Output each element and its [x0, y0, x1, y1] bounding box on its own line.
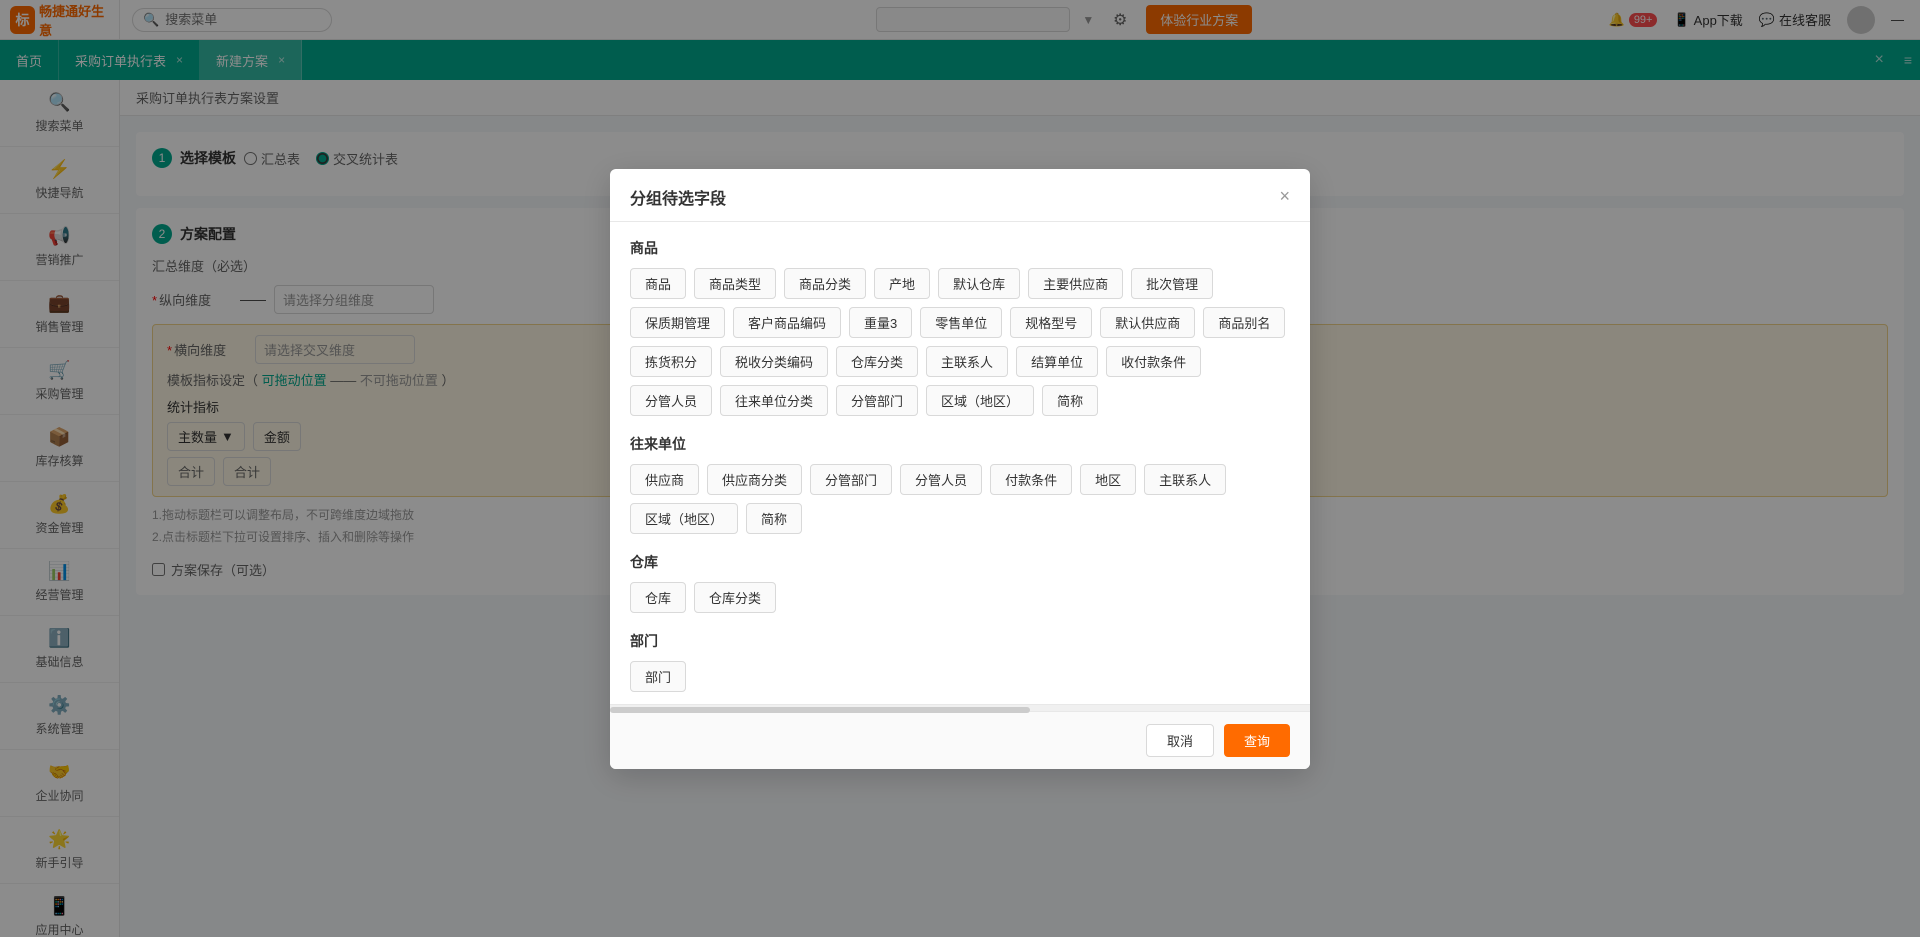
modal-close-btn[interactable]: ×: [1279, 186, 1290, 207]
modal-confirm-btn[interactable]: 查询: [1224, 724, 1290, 757]
field-tag[interactable]: 供应商: [630, 464, 699, 495]
field-tag[interactable]: 分管人员: [900, 464, 982, 495]
field-tag[interactable]: 默认供应商: [1100, 307, 1195, 338]
field-tag[interactable]: 结算单位: [1016, 346, 1098, 377]
modal-footer: 取消 查询: [610, 711, 1310, 769]
field-group-product-title: 商品: [630, 238, 1290, 258]
field-tag[interactable]: 商品类型: [694, 268, 776, 299]
field-tag[interactable]: 往来单位分类: [720, 385, 828, 416]
modal-overlay: 分组待选字段 × 商品 商品商品类型商品分类产地默认仓库主要供应商批次管理保质期…: [0, 0, 1920, 937]
modal-hscroll-thumb: [610, 707, 1030, 713]
field-tag[interactable]: 保质期管理: [630, 307, 725, 338]
field-tag[interactable]: 地区: [1080, 464, 1136, 495]
modal-body: 商品 商品商品类型商品分类产地默认仓库主要供应商批次管理保质期管理客户商品编码重…: [610, 222, 1310, 704]
field-tag[interactable]: 批次管理: [1131, 268, 1213, 299]
field-tag[interactable]: 仓库: [630, 582, 686, 613]
field-tags-warehouse: 仓库仓库分类: [630, 582, 1290, 613]
modal-title: 分组待选字段: [630, 185, 726, 209]
field-tag[interactable]: 付款条件: [990, 464, 1072, 495]
field-tag[interactable]: 商品分类: [784, 268, 866, 299]
field-group-warehouse: 仓库 仓库仓库分类: [630, 552, 1290, 613]
modal-cancel-btn[interactable]: 取消: [1146, 724, 1214, 757]
field-tag[interactable]: 商品: [630, 268, 686, 299]
field-group-product: 商品 商品商品类型商品分类产地默认仓库主要供应商批次管理保质期管理客户商品编码重…: [630, 238, 1290, 416]
field-tag[interactable]: 零售单位: [920, 307, 1002, 338]
field-tag[interactable]: 供应商分类: [707, 464, 802, 495]
field-tag[interactable]: 主联系人: [1144, 464, 1226, 495]
field-tag[interactable]: 主联系人: [926, 346, 1008, 377]
field-tags-partner: 供应商供应商分类分管部门分管人员付款条件地区主联系人区域（地区） 简称: [630, 464, 1290, 534]
field-group-dept-title: 部门: [630, 631, 1290, 651]
field-tag[interactable]: 分管部门: [810, 464, 892, 495]
field-tag[interactable]: 仓库分类: [694, 582, 776, 613]
field-tag[interactable]: 分管部门: [836, 385, 918, 416]
field-tag[interactable]: 客户商品编码: [733, 307, 841, 338]
field-tag[interactable]: 仓库分类: [836, 346, 918, 377]
field-select-modal: 分组待选字段 × 商品 商品商品类型商品分类产地默认仓库主要供应商批次管理保质期…: [610, 169, 1310, 769]
field-group-partner: 往来单位 供应商供应商分类分管部门分管人员付款条件地区主联系人区域（地区） 简称: [630, 434, 1290, 534]
field-tag[interactable]: 拣货积分: [630, 346, 712, 377]
field-tag[interactable]: 默认仓库: [938, 268, 1020, 299]
field-tag[interactable]: 区域（地区）: [630, 503, 738, 534]
field-tag[interactable]: 商品别名: [1203, 307, 1285, 338]
field-tag[interactable]: 主要供应商: [1028, 268, 1123, 299]
field-tag[interactable]: 部门: [630, 661, 686, 692]
field-tag[interactable]: 简称: [746, 503, 802, 534]
field-group-warehouse-title: 仓库: [630, 552, 1290, 572]
field-tag[interactable]: 区域（地区）: [926, 385, 1034, 416]
field-tag[interactable]: 分管人员: [630, 385, 712, 416]
field-tag[interactable]: 规格型号: [1010, 307, 1092, 338]
modal-hscroll[interactable]: [610, 704, 1310, 711]
field-tag[interactable]: 重量3: [849, 307, 912, 338]
field-tag[interactable]: 税收分类编码: [720, 346, 828, 377]
field-group-dept: 部门 部门: [630, 631, 1290, 692]
field-tags-dept: 部门: [630, 661, 1290, 692]
field-tags-product: 商品商品类型商品分类产地默认仓库主要供应商批次管理保质期管理客户商品编码重量3 零…: [630, 268, 1290, 416]
field-tag[interactable]: 收付款条件: [1106, 346, 1201, 377]
modal-header: 分组待选字段 ×: [610, 169, 1310, 222]
field-tag[interactable]: 简称: [1042, 385, 1098, 416]
field-tag[interactable]: 产地: [874, 268, 930, 299]
field-group-partner-title: 往来单位: [630, 434, 1290, 454]
